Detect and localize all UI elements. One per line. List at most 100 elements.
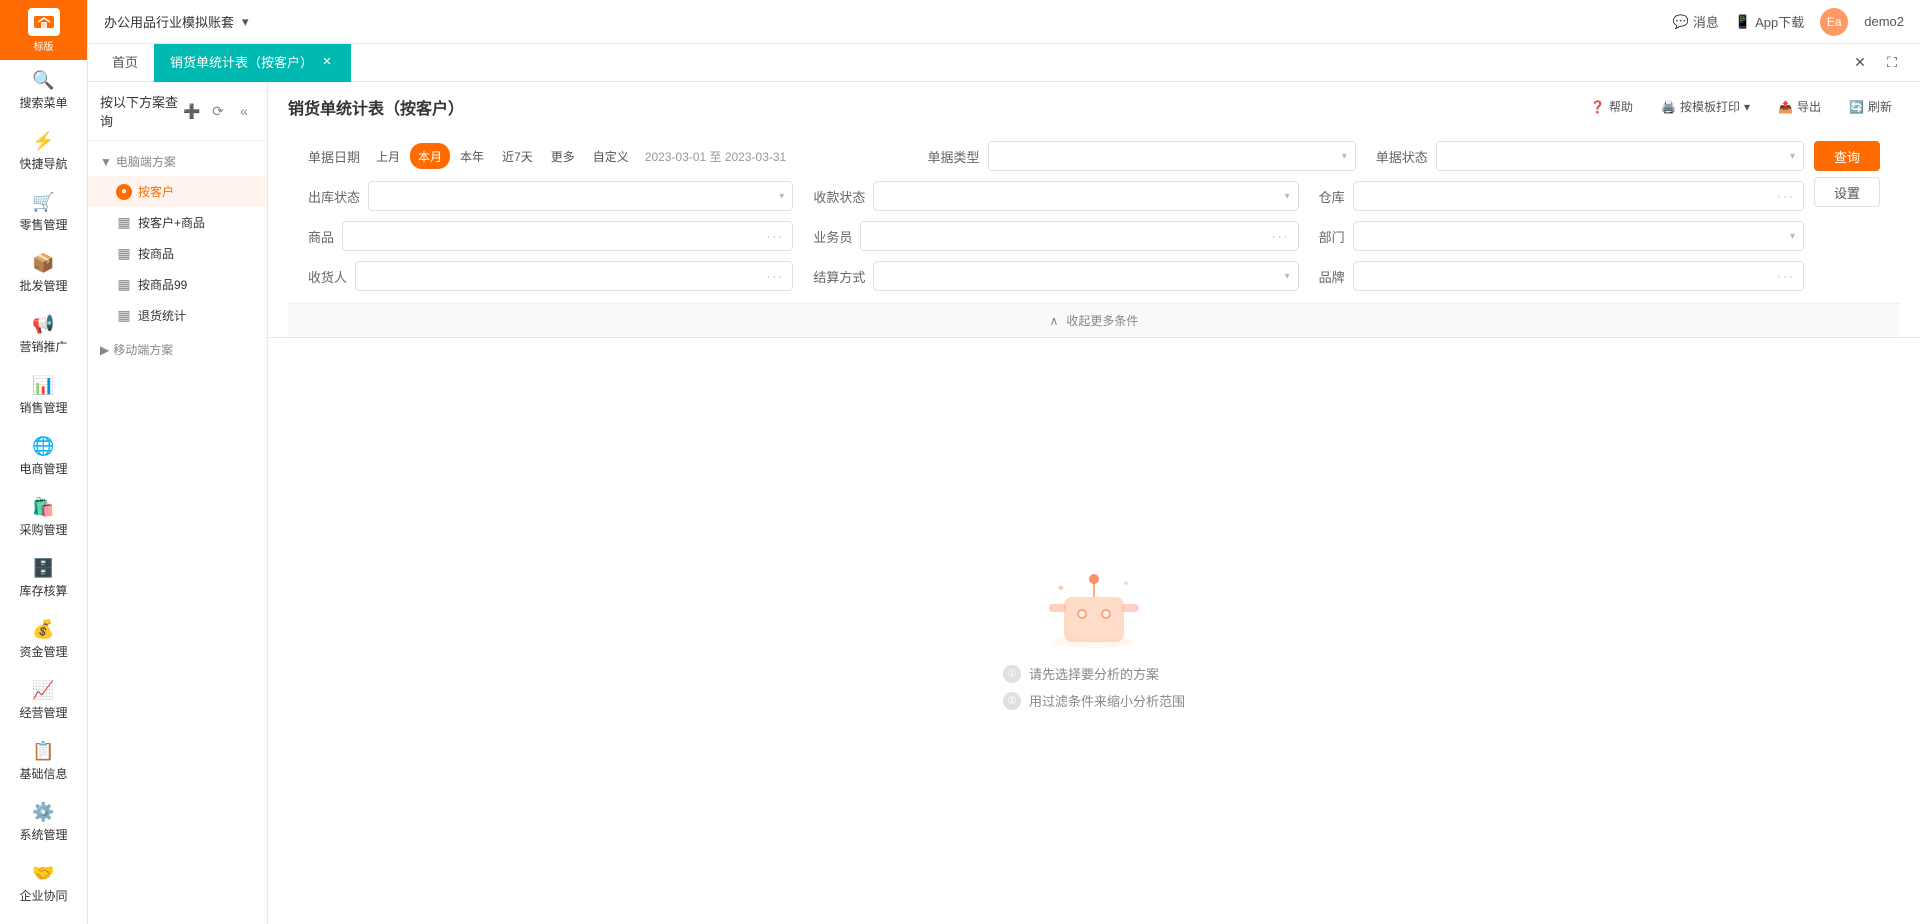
- collapse-icon: ∧: [1050, 314, 1059, 328]
- refresh-btn[interactable]: 🔄 刷新: [1841, 94, 1900, 119]
- enterprise-icon: 🤝: [32, 863, 54, 884]
- help-label: 帮助: [1609, 98, 1633, 115]
- product-input[interactable]: ···: [342, 221, 793, 251]
- sidebar-item-label: 经营管理: [19, 704, 67, 721]
- sidebar-item-marketing[interactable]: 📢 营销推广: [0, 304, 88, 365]
- payment-arrow-icon: ▾: [1285, 191, 1290, 202]
- ship-status-input[interactable]: ▾: [368, 181, 793, 211]
- receiver-input[interactable]: ···: [355, 261, 793, 291]
- sidebar-item-inventory[interactable]: 🗄️ 库存核算: [0, 548, 88, 609]
- tree-group-desktop[interactable]: ▼ 电脑端方案: [88, 147, 267, 176]
- sidebar-item-quick-nav[interactable]: ⚡ 快捷导航: [0, 121, 88, 182]
- sidebar-item-search-menu[interactable]: 🔍 搜索菜单: [0, 60, 88, 121]
- tab-home-label: 首页: [112, 52, 138, 71]
- date-last7-btn[interactable]: 近7天: [494, 143, 541, 169]
- empty-state: ✦ ✦ ① 请先选择要分析的方案 ② 用过滤条件来缩小分析范围: [268, 338, 1920, 924]
- tree-group-mobile[interactable]: ▶ 移动端方案: [88, 335, 267, 364]
- warehouse-group: 仓库 ···: [1319, 181, 1804, 211]
- by-product-icon: ▦: [116, 246, 132, 262]
- empty-illustration: ✦ ✦: [1034, 552, 1154, 652]
- query-button[interactable]: 查询: [1814, 141, 1880, 171]
- tab-maximize-btn[interactable]: ⛶: [1880, 51, 1904, 75]
- date-last-month-btn[interactable]: 上月: [368, 143, 408, 169]
- user-avatar[interactable]: Ea: [1820, 8, 1848, 36]
- tab-close-btn[interactable]: ✕: [319, 54, 335, 70]
- date-custom-btn[interactable]: 自定义: [585, 143, 637, 169]
- print-btn[interactable]: 🖨️ 按模板打印 ▾: [1653, 94, 1758, 119]
- tab-sales-stat[interactable]: 销货单统计表（按客户） ✕: [154, 44, 351, 82]
- sidebar-item-sales[interactable]: 📊 销售管理: [0, 365, 88, 426]
- print-icon: 🖨️: [1661, 100, 1676, 114]
- title-dropdown[interactable]: ▾: [242, 14, 249, 30]
- return-stat-icon: ▦: [116, 308, 132, 324]
- sidebar-item-label: 电商管理: [19, 460, 67, 477]
- doc-type-input[interactable]: ▾: [988, 141, 1356, 171]
- left-panel-title: 按以下方案查询: [100, 92, 181, 130]
- doc-status-input[interactable]: ▾: [1436, 141, 1804, 171]
- purchase-icon: 🛍️: [32, 497, 54, 518]
- message-btn[interactable]: 💬 消息: [1673, 12, 1719, 31]
- salesperson-input[interactable]: ···: [860, 221, 1298, 251]
- date-this-year-btn[interactable]: 本年: [452, 143, 492, 169]
- product-99-icon: ▦: [116, 277, 132, 293]
- brand-input[interactable]: ···: [1353, 261, 1804, 291]
- app-download-btn[interactable]: 📱 App下载: [1735, 12, 1804, 31]
- page-actions: ❓ 帮助 🖨️ 按模板打印 ▾ 📤 导出 �: [1582, 94, 1900, 119]
- collapse-bar[interactable]: ∧ 收起更多条件: [288, 303, 1900, 337]
- tree-item-product-99[interactable]: ▦ 按商品99: [88, 269, 267, 300]
- tree-item-by-product[interactable]: ▦ 按商品: [88, 238, 267, 269]
- date-more-btn[interactable]: 更多: [543, 143, 583, 169]
- tree-item-label: 按商品99: [138, 276, 187, 293]
- refresh-icon: 🔄: [1849, 100, 1864, 114]
- sidebar: 标版 🔍 搜索菜单 ⚡ 快捷导航 🛒 零售管理 📦 批发管理 📢 营销推广 📊 …: [0, 0, 88, 924]
- payment-method-input[interactable]: ▾: [873, 261, 1298, 291]
- sidebar-item-sys[interactable]: ⚙️ 系统管理: [0, 792, 88, 853]
- sidebar-item-wholesale[interactable]: 📦 批发管理: [0, 243, 88, 304]
- doc-type-group: 单据类型 ▾: [928, 141, 1356, 171]
- date-this-month-btn[interactable]: 本月: [410, 143, 450, 169]
- receiver-label: 收货人: [308, 267, 347, 286]
- tree-item-customer-product[interactable]: ▦ 按客户+商品: [88, 207, 267, 238]
- warehouse-input[interactable]: ···: [1353, 181, 1804, 211]
- dept-input[interactable]: ▾: [1353, 221, 1804, 251]
- tree-item-by-customer[interactable]: ● 按客户: [88, 176, 267, 207]
- date-buttons: 上月 本月 本年 近7天 更多 自定义: [368, 143, 637, 169]
- brand-dots: ···: [1777, 269, 1795, 283]
- warehouse-label: 仓库: [1319, 187, 1345, 206]
- settings-button[interactable]: 设置: [1814, 177, 1880, 207]
- sidebar-item-basic[interactable]: 📋 基础信息: [0, 731, 88, 792]
- dept-label: 部门: [1319, 227, 1345, 246]
- sidebar-item-label: 采购管理: [19, 521, 67, 538]
- empty-tips: ① 请先选择要分析的方案 ② 用过滤条件来缩小分析范围: [1003, 664, 1185, 710]
- app-logo: 标版: [0, 0, 88, 60]
- top-bar: 办公用品行业模拟账套 ▾ 💬 消息 📱 App下载 Ea demo2: [88, 0, 1920, 44]
- export-btn[interactable]: 📤 导出: [1770, 94, 1829, 119]
- collapse-panel-btn[interactable]: «: [233, 100, 255, 122]
- username: demo2: [1864, 14, 1904, 29]
- print-label: 按模板打印: [1680, 98, 1740, 115]
- tree-item-return-stat[interactable]: ▦ 退货统计: [88, 300, 267, 331]
- sidebar-item-retail[interactable]: 🛒 零售管理: [0, 182, 88, 243]
- tab-home[interactable]: 首页: [96, 44, 154, 82]
- empty-tip-1-text: 请先选择要分析的方案: [1029, 664, 1159, 683]
- add-scheme-btn[interactable]: ➕: [181, 100, 203, 122]
- help-btn[interactable]: ❓ 帮助: [1582, 94, 1641, 119]
- tab-close-window-btn[interactable]: ✕: [1848, 51, 1872, 75]
- ops-icon: 📈: [32, 680, 54, 701]
- sidebar-item-label: 销售管理: [19, 399, 67, 416]
- payment-status-input[interactable]: ▾: [873, 181, 1298, 211]
- sidebar-item-enterprise[interactable]: 🤝 企业协同: [0, 853, 88, 914]
- doc-status-arrow-icon: ▾: [1790, 151, 1795, 162]
- sidebar-item-label: 资金管理: [19, 643, 67, 660]
- sidebar-item-guide[interactable]: 📖 新手引导: [0, 914, 88, 924]
- quick-nav-icon: ⚡: [32, 131, 54, 152]
- empty-tip-2: ② 用过滤条件来缩小分析范围: [1003, 691, 1185, 710]
- sidebar-item-ecommerce[interactable]: 🌐 电商管理: [0, 426, 88, 487]
- sidebar-item-label: 批发管理: [19, 277, 67, 294]
- refresh-scheme-btn[interactable]: ⟳: [207, 100, 229, 122]
- sidebar-item-purchase[interactable]: 🛍️ 采购管理: [0, 487, 88, 548]
- sidebar-item-ops[interactable]: 📈 经营管理: [0, 670, 88, 731]
- top-bar-right: 💬 消息 📱 App下载 Ea demo2: [1673, 8, 1904, 36]
- sidebar-item-finance[interactable]: 💰 资金管理: [0, 609, 88, 670]
- left-panel: 按以下方案查询 ➕ ⟳ « ▼ 电脑端方案 ● 按客户 ▦: [88, 82, 268, 924]
